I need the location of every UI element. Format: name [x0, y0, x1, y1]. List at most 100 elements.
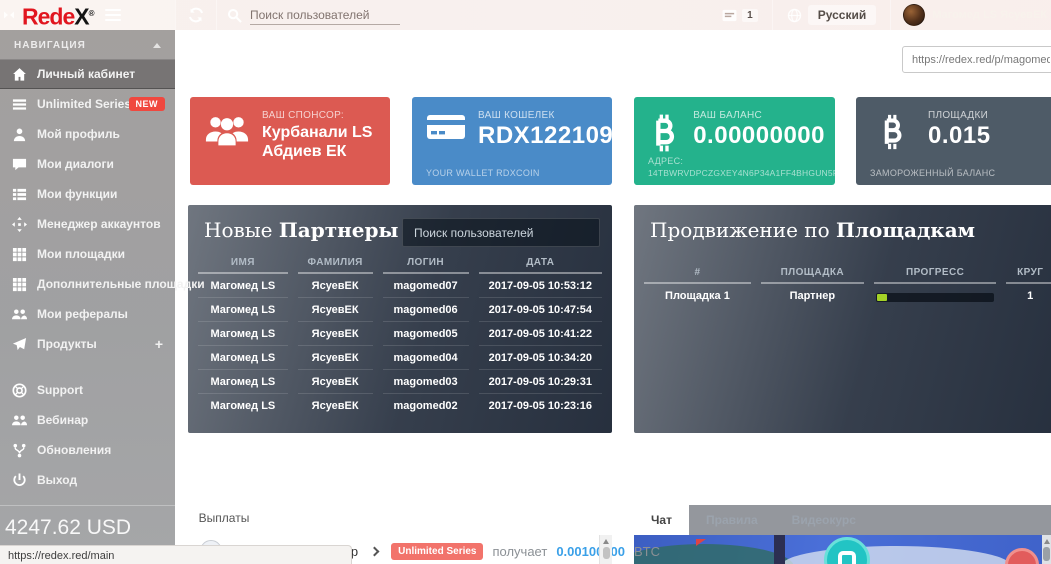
- sidebar-item-account-manager[interactable]: Менеджер аккаунтов: [0, 209, 175, 239]
- refresh-icon: [188, 7, 204, 23]
- sponsor-label: ВАШ СПОНСОР:: [262, 110, 344, 121]
- balance-address-label: АДРЕС:: [648, 156, 684, 167]
- logo-zone: RedeX®: [0, 0, 175, 30]
- sidebar-divider: [0, 505, 175, 506]
- platforms-value: 0.015: [928, 122, 991, 149]
- wallet-value: RDX1221098: [478, 122, 612, 149]
- payout-amount: 0.00100000: [556, 543, 625, 559]
- avatar: [903, 4, 926, 26]
- chat-banner-image: [634, 535, 1051, 564]
- balance-card: ВАШ БАЛАНС 0.00000000 АДРЕС: 14TBWRVDPCZ…: [634, 97, 835, 185]
- sidebar-item-support[interactable]: Support: [0, 375, 175, 405]
- balance-footer: АДРЕС: 14TBWRVDPCZGXEY4N6P34A1FF4BHGUN5P…: [648, 155, 835, 179]
- sidebar-item-dialogs[interactable]: Мои диалоги: [0, 149, 175, 179]
- section-divider: [634, 488, 1051, 489]
- sponsor-name-line2: Абдиев ЕК: [262, 143, 347, 161]
- scroll-up-arrow[interactable]: [603, 539, 609, 544]
- tab-chat[interactable]: Чат: [634, 505, 689, 535]
- unlimited-series-badge: Unlimited Series: [391, 542, 484, 560]
- language-label: Русский: [807, 5, 877, 25]
- sidebar-item-updates[interactable]: Обновления: [0, 435, 175, 465]
- support-icon: [12, 382, 27, 398]
- table-row: Магомед LS ЯсуевЕК magomed04 2017-09-05 10:…: [198, 345, 602, 369]
- wallet-card: ВАШ КОШЕЛЕК RDX1221098 YOUR WALLET RDXCO…: [412, 97, 612, 185]
- banner-red-circle: [1005, 548, 1039, 564]
- column-header: ПРОГРЕСС: [873, 260, 997, 284]
- column-header: КРУГ: [1006, 260, 1051, 284]
- notification-count-badge: 1: [742, 8, 758, 22]
- sidebar-item-referrals[interactable]: Мои рефералы: [0, 299, 175, 329]
- topbar-right: 1 Русский Магомед LS ЯсуевЕК: [708, 0, 1051, 30]
- comments-icon: [12, 157, 27, 172]
- page-title: Личный кабинет: [240, 45, 436, 74]
- tab-videocourse[interactable]: Видеокурс: [775, 505, 873, 535]
- chat-section-title: Общий чат: [635, 452, 774, 477]
- table-row: Магомед LS ЯсуевЕК magomed03 2017-09-05 10:…: [198, 369, 602, 393]
- search-input[interactable]: [250, 5, 400, 25]
- search-icon: [227, 8, 242, 23]
- chat-tabbar: Чат Правила Видеокурс: [634, 505, 1051, 535]
- chevron-up-icon: [153, 43, 161, 48]
- wallet-icon: [426, 110, 466, 141]
- wallet-footer: YOUR WALLET RDXCOIN: [426, 167, 540, 178]
- column-header: ЛОГИН: [382, 250, 469, 274]
- app-root: RedeX® 1: [0, 0, 1051, 564]
- balance-address-value: 14TBWRVDPCZGXEY4N6P34A1FF4BHGUN5PQ: [648, 167, 835, 178]
- new-badge: NEW: [128, 97, 165, 111]
- collapse-icon[interactable]: [4, 10, 14, 20]
- payout-currency: BTC: [634, 543, 660, 559]
- fork-icon: [12, 443, 27, 458]
- sidebar-item-extra-platforms[interactable]: Дополнительные площадки: [0, 269, 205, 299]
- users-icon: [12, 307, 27, 322]
- banner-snow: [781, 546, 1011, 564]
- new-partners-panel: Новые Партнеры ИМЯ ФАМИЛИЯ ЛОГИН ДАТА Ма…: [188, 205, 612, 433]
- partners-search-input[interactable]: [402, 218, 600, 247]
- bitcoin-icon: [648, 110, 681, 153]
- sidebar-item-profile[interactable]: Мой профиль: [0, 119, 175, 149]
- page-header: Личный кабинет: [175, 30, 1051, 90]
- banner-flag: [696, 539, 706, 546]
- sidebar-nav-header[interactable]: НАВИГАЦИЯ: [0, 30, 175, 59]
- sidebar: НАВИГАЦИЯ Личный кабинет Unlimited Serie…: [0, 30, 205, 564]
- sidebar-item-logout[interactable]: Выход: [0, 465, 175, 495]
- chat-scrollbar[interactable]: [1042, 535, 1051, 564]
- notifications-button[interactable]: 1: [708, 8, 772, 22]
- chevron-right-icon: [369, 546, 380, 556]
- balance-usd: 4247.62 USD: [5, 516, 132, 539]
- functions-icon: [12, 187, 27, 202]
- user-menu[interactable]: Магомед LS ЯсуевЕК: [891, 4, 1051, 26]
- bitcoin-icon: [870, 110, 916, 151]
- tab-payouts[interactable]: Выплаты: [188, 501, 260, 535]
- stats-section-title: Статистика площадок: [191, 452, 470, 477]
- refresh-button[interactable]: [176, 0, 216, 30]
- sidebar-item-platforms[interactable]: Мои площадки: [0, 239, 175, 269]
- user-icon: [12, 127, 27, 142]
- sidebar-item-functions[interactable]: Мои функции: [0, 179, 175, 209]
- table-row: Площадка 1 Партнер 1: [665, 290, 1034, 302]
- plus-icon[interactable]: +: [155, 336, 163, 352]
- promotion-panel: Продвижение по Площадкам # ПЛОЩАДКА ПРОГ…: [634, 205, 1051, 433]
- sidebar-item-dashboard[interactable]: Личный кабинет: [0, 59, 175, 89]
- app-logo[interactable]: RedeX®: [22, 0, 95, 31]
- table-row: Магомед LS ЯсуевЕК magomed06 2017-09-05 10:…: [198, 297, 602, 321]
- sidebar-item-products[interactable]: Продукты +: [0, 329, 175, 359]
- scroll-up-arrow[interactable]: [1043, 539, 1050, 544]
- language-selector[interactable]: Русский: [773, 5, 891, 25]
- referral-url-input[interactable]: [902, 46, 1051, 73]
- status-link-bubble: https://redex.red/main: [0, 545, 352, 564]
- tab-rules[interactable]: Правила: [689, 505, 775, 535]
- sidebar-item-unlimited-series[interactable]: Unlimited Series NEW: [0, 89, 175, 119]
- balance-value: 0.00000000: [693, 122, 825, 149]
- hamburger-icon[interactable]: [104, 9, 121, 21]
- user-name: Магомед LS ЯсуевЕК: [932, 9, 1047, 21]
- global-search: [217, 5, 400, 25]
- scrollbar-thumb[interactable]: [1043, 547, 1050, 561]
- scrollbar-thumb[interactable]: [602, 547, 610, 559]
- sidebar-item-webinar[interactable]: Вебинар: [0, 405, 175, 435]
- progress-bar: [875, 292, 995, 302]
- payouts-scrollbar[interactable]: [599, 535, 612, 564]
- users-icon: [12, 413, 27, 428]
- sponsor-icon: [204, 110, 250, 147]
- platforms-card: ПЛОЩАДКИ 0.015 ЗАМОРОЖЕННЫЙ БАЛАНС: [856, 97, 1051, 185]
- rocket-icon: [12, 337, 27, 352]
